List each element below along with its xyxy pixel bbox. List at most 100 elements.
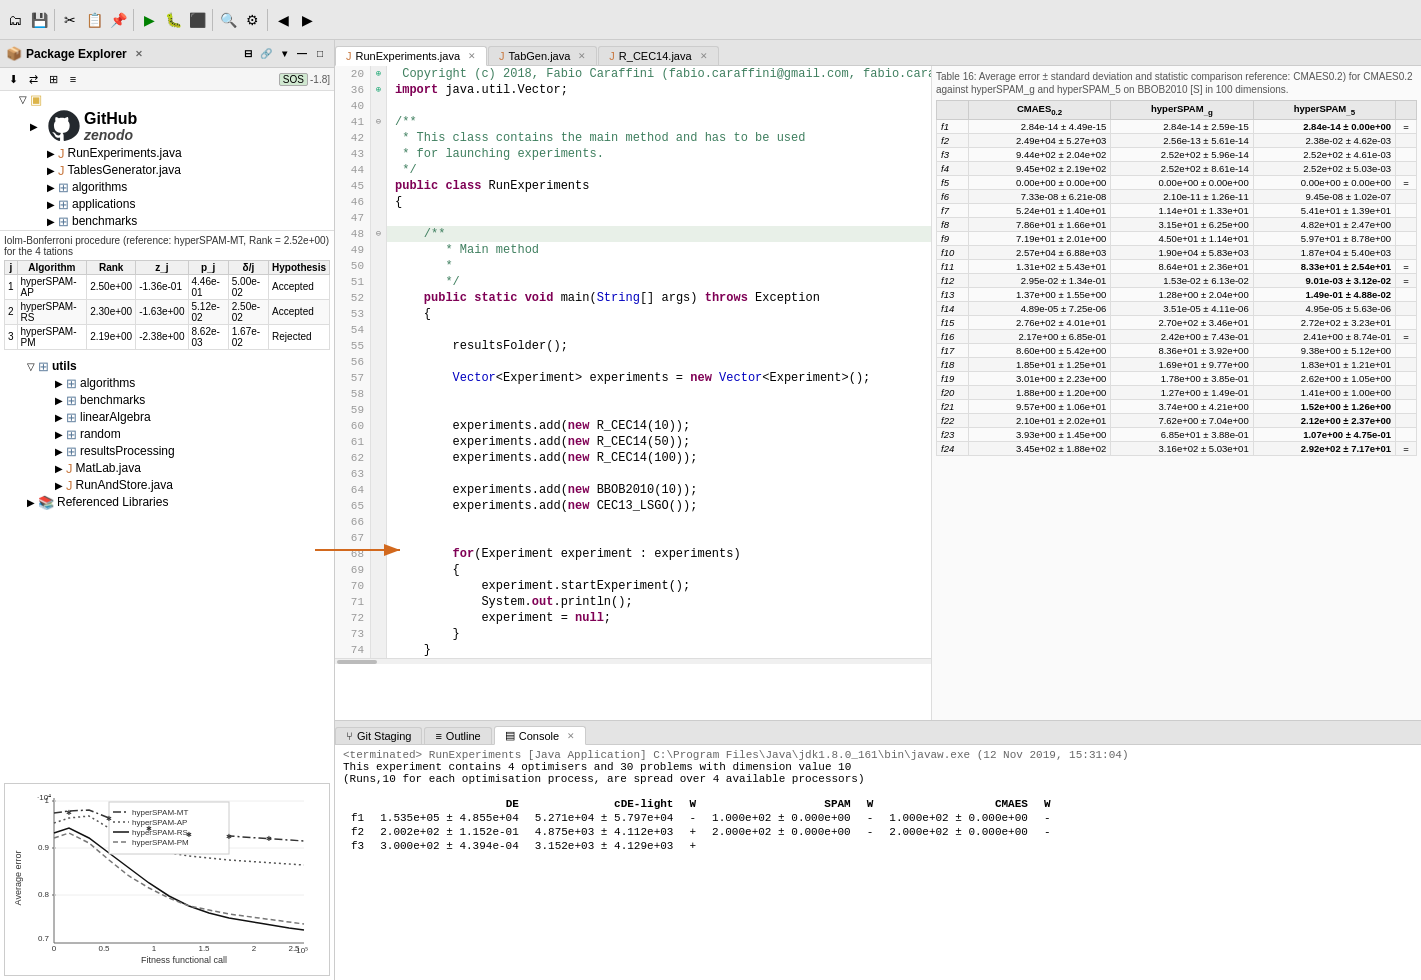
tab-outline[interactable]: ≡ Outline bbox=[424, 727, 491, 744]
toolbar-btn-debug[interactable]: 🐛 bbox=[162, 9, 184, 31]
table-cell: 2.50e-02 bbox=[228, 299, 268, 324]
console-cell: 1.000e+02 ± 0.000e+00 bbox=[881, 811, 1036, 825]
root-chevron[interactable]: ▽ bbox=[16, 94, 30, 105]
console-th-de: DE bbox=[372, 797, 527, 811]
algorithms-chevron[interactable]: ▶ bbox=[44, 182, 58, 193]
toolbar-btn-back[interactable]: ◀ bbox=[272, 9, 294, 31]
tree-item-utils-benchmarks[interactable]: ▶ ⊞ benchmarks bbox=[0, 392, 334, 409]
tab-close-1[interactable]: ✕ bbox=[468, 51, 476, 61]
maximize-btn[interactable]: □ bbox=[312, 46, 328, 62]
stats-cell-cmaes: 3.01e+00 ± 2.23e+00 bbox=[968, 371, 1110, 385]
utils-benchmarks-chevron[interactable]: ▶ bbox=[52, 395, 66, 406]
tree-item-algorithms[interactable]: ▶ ⊞ algorithms bbox=[0, 179, 334, 196]
editor-scrollbar[interactable] bbox=[335, 658, 931, 664]
toolbar-btn-3[interactable]: ✂ bbox=[59, 9, 81, 31]
line-margin-61 bbox=[371, 434, 387, 450]
utils-algorithms-chevron[interactable]: ▶ bbox=[52, 378, 66, 389]
tab-tabgen[interactable]: J TabGen.java ✕ bbox=[488, 46, 597, 65]
tab-rcec14[interactable]: J R_CEC14.java ✕ bbox=[598, 46, 718, 65]
tab-java-icon-1: J bbox=[346, 50, 352, 62]
tab-git-staging[interactable]: ⑂ Git Staging bbox=[335, 727, 422, 744]
toolbar-btn-5[interactable]: 📌 bbox=[107, 9, 129, 31]
toolbar-btn-settings[interactable]: ⚙ bbox=[241, 9, 263, 31]
code-line-66: 66 bbox=[335, 514, 931, 530]
line-content-50: * bbox=[387, 258, 453, 274]
tab-java-icon-3: J bbox=[609, 50, 615, 62]
console-th-f bbox=[343, 797, 372, 811]
toolbar-btn-4[interactable]: 📋 bbox=[83, 9, 105, 31]
runexp-chevron[interactable]: ▶ bbox=[44, 148, 58, 159]
table-cell: 4.46e-01 bbox=[188, 274, 228, 299]
line-margin-54 bbox=[371, 322, 387, 338]
console-cell bbox=[1036, 839, 1059, 853]
line-margin-66 bbox=[371, 514, 387, 530]
tree-item-utils-matlab[interactable]: ▶ J MatLab.java bbox=[0, 460, 334, 477]
tab-close-3[interactable]: ✕ bbox=[700, 51, 708, 61]
utils-results-chevron[interactable]: ▶ bbox=[52, 446, 66, 457]
tree-item-benchmarks[interactable]: ▶ ⊞ benchmarks bbox=[0, 213, 334, 230]
utils-runstore-chevron[interactable]: ▶ bbox=[52, 480, 66, 491]
github-chevron[interactable]: ▶ bbox=[30, 121, 44, 132]
console-cell bbox=[859, 839, 882, 853]
tree-root[interactable]: ▽ ▣ bbox=[0, 91, 334, 108]
toolbar-btn-stop[interactable]: ⬛ bbox=[186, 9, 208, 31]
tree-item-reflibs[interactable]: ▶ 📚 Referenced Libraries bbox=[0, 494, 334, 511]
stats-cell-hyperspam-5: 2.84e-14 ± 0.00e+00 bbox=[1253, 119, 1395, 133]
code-line-49: 49 * Main method bbox=[335, 242, 931, 258]
toolbar-btn-run[interactable]: ▶ bbox=[138, 9, 160, 31]
stats-row: f193.01e+00 ± 2.23e+001.78e+00 ± 3.85e-0… bbox=[937, 371, 1417, 385]
stats-row-label: f7 bbox=[937, 203, 969, 217]
console-cell bbox=[881, 839, 1036, 853]
console-th-w3: W bbox=[1036, 797, 1059, 811]
code-editor[interactable]: 20 ⊕ Copyright (c) 2018, Fabio Caraffini… bbox=[335, 66, 931, 720]
utils-matlab-chevron[interactable]: ▶ bbox=[52, 463, 66, 474]
tree-toolbar-btn-1[interactable]: ⬇ bbox=[4, 70, 22, 88]
tree-item-utils-results[interactable]: ▶ ⊞ resultsProcessing bbox=[0, 443, 334, 460]
tab-close-2[interactable]: ✕ bbox=[578, 51, 586, 61]
line-margin-51 bbox=[371, 274, 387, 290]
collapse-all-btn[interactable]: ⊟ bbox=[240, 46, 256, 62]
svg-text:1.5: 1.5 bbox=[198, 944, 210, 953]
utils-linear-chevron[interactable]: ▶ bbox=[52, 412, 66, 423]
toolbar-btn-forward[interactable]: ▶ bbox=[296, 9, 318, 31]
line-margin-42 bbox=[371, 130, 387, 146]
zenodo-label: zenodo bbox=[84, 128, 137, 143]
table-cell: Accepted bbox=[269, 299, 330, 324]
tree-item-applications[interactable]: ▶ ⊞ applications bbox=[0, 196, 334, 213]
package-explorer-header: 📦 Package Explorer ✕ ⊟ 🔗 ▾ — □ bbox=[0, 40, 334, 68]
benchmarks-chevron[interactable]: ▶ bbox=[44, 216, 58, 227]
code-line-54: 54 bbox=[335, 322, 931, 338]
toolbar-btn-2[interactable]: 💾 bbox=[28, 9, 50, 31]
tree-item-utils-runstore[interactable]: ▶ J RunAndStore.java bbox=[0, 477, 334, 494]
tree-item-tablesgen[interactable]: ▶ J TablesGenerator.java bbox=[0, 162, 334, 179]
minimize-btn[interactable]: — bbox=[294, 46, 310, 62]
toolbar-btn-search[interactable]: 🔍 bbox=[217, 9, 239, 31]
view-menu-btn[interactable]: ▾ bbox=[276, 46, 292, 62]
applications-chevron[interactable]: ▶ bbox=[44, 199, 58, 210]
line-num-40: 40 bbox=[335, 98, 371, 114]
tablesgen-chevron[interactable]: ▶ bbox=[44, 165, 58, 176]
svg-text:1: 1 bbox=[152, 944, 157, 953]
tree-item-utils-linear[interactable]: ▶ ⊞ linearAlgebra bbox=[0, 409, 334, 426]
bottom-tabs: ⑂ Git Staging ≡ Outline ▤ Console ✕ bbox=[335, 721, 1421, 745]
line-margin-55 bbox=[371, 338, 387, 354]
tree-toolbar-btn-4[interactable]: ≡ bbox=[64, 70, 82, 88]
line-num-59: 59 bbox=[335, 402, 371, 418]
line-num-61: 61 bbox=[335, 434, 371, 450]
github-icon bbox=[48, 110, 80, 142]
utils-chevron[interactable]: ▽ bbox=[24, 361, 38, 372]
tab-console[interactable]: ▤ Console ✕ bbox=[494, 726, 586, 745]
utils-random-chevron[interactable]: ▶ bbox=[52, 429, 66, 440]
tree-item-runexp[interactable]: ▶ J RunExperiments.java bbox=[0, 145, 334, 162]
tree-item-utils[interactable]: ▽ ⊞ utils bbox=[0, 358, 334, 375]
link-editor-btn[interactable]: 🔗 bbox=[258, 46, 274, 62]
tree-item-utils-random[interactable]: ▶ ⊞ random bbox=[0, 426, 334, 443]
tree-item-utils-algorithms[interactable]: ▶ ⊞ algorithms bbox=[0, 375, 334, 392]
tree-toolbar-btn-2[interactable]: ⇄ bbox=[24, 70, 42, 88]
scrollbar-thumb[interactable] bbox=[337, 660, 377, 664]
toolbar-btn-1[interactable]: 🗂 bbox=[4, 9, 26, 31]
tree-toolbar-btn-3[interactable]: ⊞ bbox=[44, 70, 62, 88]
tab-runexperiments[interactable]: J RunExperiments.java ✕ bbox=[335, 46, 487, 66]
tab-close-console[interactable]: ✕ bbox=[567, 731, 575, 741]
reflibs-chevron[interactable]: ▶ bbox=[24, 497, 38, 508]
